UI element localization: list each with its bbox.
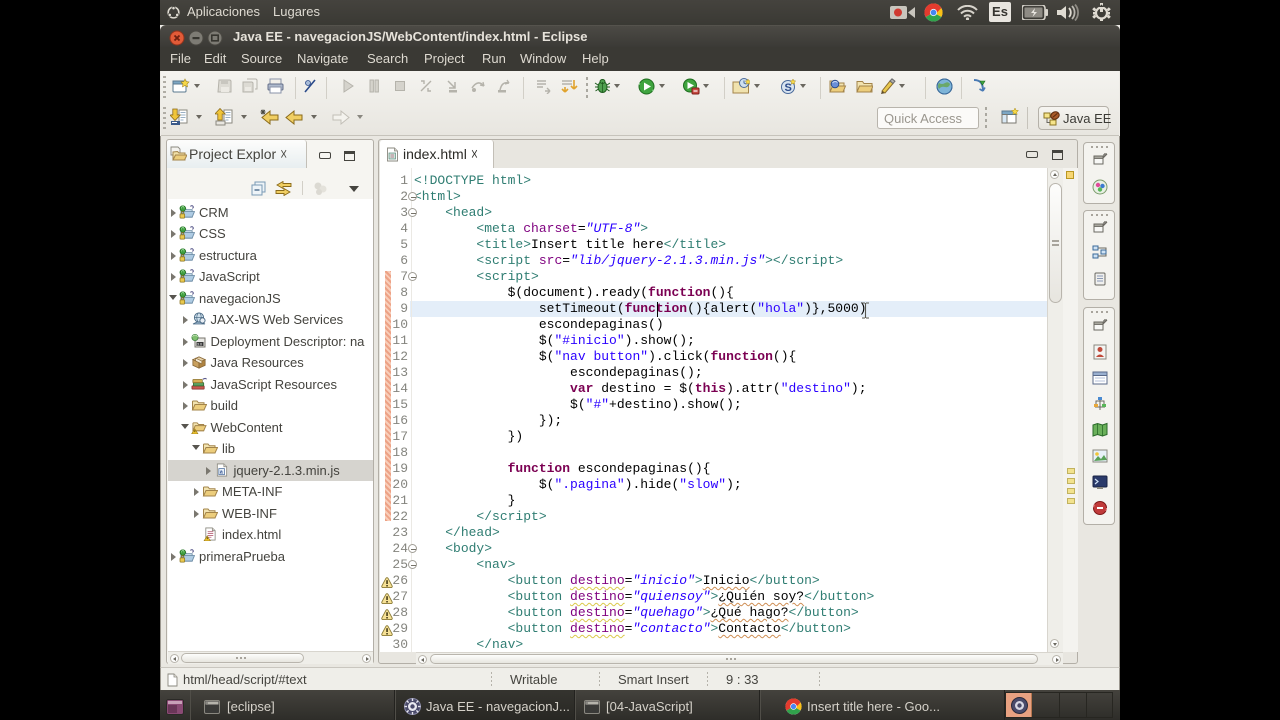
svg-text:S: S	[785, 82, 792, 94]
svg-text:3.0: 3.0	[197, 342, 202, 346]
svg-text:a: a	[219, 469, 222, 475]
